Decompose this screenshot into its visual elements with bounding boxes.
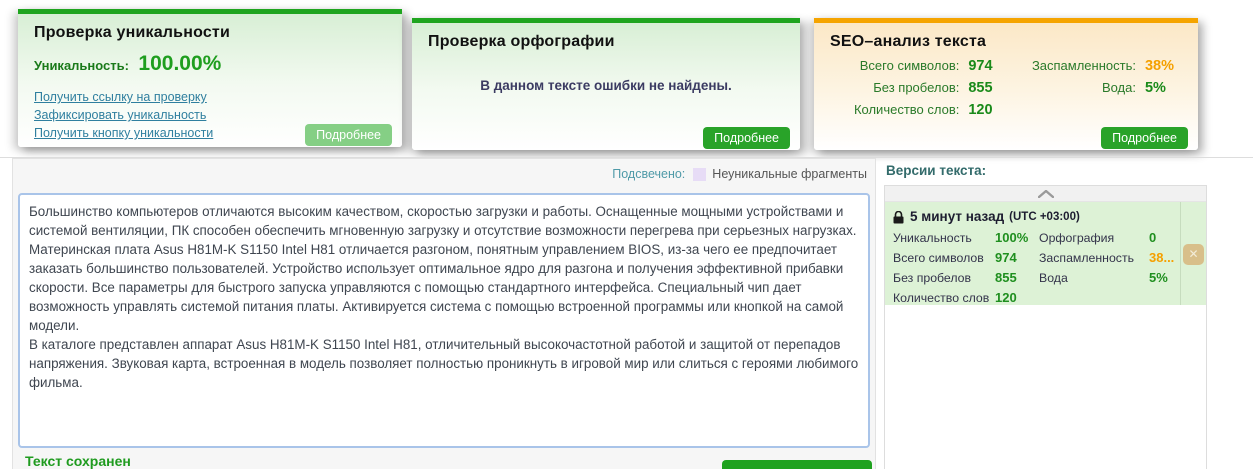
highlight-legend: Подсвечено: Неуникальные фрагменты [612,167,867,181]
seo-stat-total-chars: Всего символов: 974 [814,55,1021,77]
seo-stats-right: Заспамленность: 38% Вода: 5% [1021,55,1198,121]
uniqueness-card: Проверка уникальности Уникальность: 100.… [18,9,402,147]
version-stat-value: 120 [995,290,1017,305]
seo-stat-label: Вода: [1101,80,1136,95]
uniqueness-label: Уникальность: [34,58,129,73]
version-stat-value: 100% [995,230,1029,245]
version-stat-value: 0 [1149,230,1157,245]
page: Проверка уникальности Уникальность: 100.… [0,0,1253,469]
version-stat-label: Без пробелов [893,271,972,285]
uniqueness-result: Уникальность: 100.00% [18,42,402,76]
editor-section: Подсвечено: Неуникальные фрагменты Больш… [12,158,876,469]
version-stat-label: Вода [1039,271,1068,285]
version-stat-label: Всего символов [893,251,984,265]
versions-collapse-toggle[interactable] [885,186,1206,202]
lock-icon [893,210,904,223]
seo-stats: Всего символов: 974 Без пробелов: 855 Ко… [814,55,1198,121]
seo-stat-label: Заспамленность: [1031,58,1136,73]
version-stat-value: 855 [995,270,1017,285]
seo-stat-label: Без пробелов: [873,80,960,95]
spelling-card-accent-bar [412,18,800,23]
seo-stat-spam: Заспамленность: 38% [1021,55,1198,77]
seo-stat-value: 974 [968,58,993,74]
version-stat-value: 5% [1149,270,1168,285]
non-unique-swatch-icon [693,167,707,181]
version-stat-label: Заспамленность [1039,251,1134,265]
seo-stats-left: Всего символов: 974 Без пробелов: 855 Ко… [814,55,1021,121]
version-time: 5 минут назад [910,209,1005,224]
version-header: 5 минут назад (UTC +03:00) [893,208,1198,226]
version-card-separator [1180,202,1181,305]
link-get-check-link[interactable]: Получить ссылку на проверку [34,88,386,106]
seo-details-button[interactable]: Подробнее [1101,127,1188,149]
version-entry[interactable]: 5 минут назад (UTC +03:00) Уникальность … [885,202,1206,305]
version-close-button[interactable]: ✕ [1183,244,1204,265]
version-stat-label: Количество слов [893,291,990,305]
non-unique-label: Неуникальные фрагменты [712,167,867,181]
highlighted-label: Подсвечено: [612,167,686,181]
seo-stat-value-water: 5% [1144,80,1166,96]
uniqueness-card-accent-bar [18,9,402,14]
uniqueness-value: 100.00% [138,52,222,75]
text-saved-status: Текст сохранен [25,453,131,469]
seo-stat-water: Вода: 5% [1021,77,1198,99]
seo-stat-label: Всего символов: [859,58,960,73]
version-stat-label: Уникальность [893,231,972,245]
spelling-card: Проверка орфографии В данном тексте ошиб… [412,18,800,150]
seo-stat-value: 855 [968,80,993,96]
seo-card-accent-bar [814,18,1198,23]
version-timezone: (UTC +03:00) [1009,211,1080,223]
check-uniqueness-button[interactable] [722,460,872,469]
version-stat-value-spam: 38... [1149,250,1175,265]
spelling-result-message: В данном тексте ошибки не найдены. [480,78,732,93]
seo-stat-no-spaces: Без пробелов: 855 [814,77,1021,99]
text-editor[interactable]: Большинство компьютеров отличаются высок… [18,193,870,448]
seo-stat-value-spam: 38% [1144,58,1175,74]
versions-title: Версии текста: [886,163,987,178]
version-stats-grid: Уникальность 100% Орфография 0 Всего сим… [893,228,1181,308]
chevron-up-icon [1037,189,1054,198]
uniqueness-details-button[interactable]: Подробнее [305,124,392,146]
versions-panel: 5 минут назад (UTC +03:00) Уникальность … [884,185,1207,469]
version-stat-label: Орфография [1039,231,1115,245]
link-fix-uniqueness[interactable]: Зафиксировать уникальность [34,106,386,124]
spelling-details-button[interactable]: Подробнее [703,127,790,149]
version-stat-value: 974 [995,250,1017,265]
seo-stat-label: Количество слов: [853,102,960,117]
seo-stat-value: 120 [968,102,993,118]
seo-card: SEO–анализ текста Всего символов: 974 Бе… [814,18,1198,150]
seo-stat-word-count: Количество слов: 120 [814,99,1021,121]
